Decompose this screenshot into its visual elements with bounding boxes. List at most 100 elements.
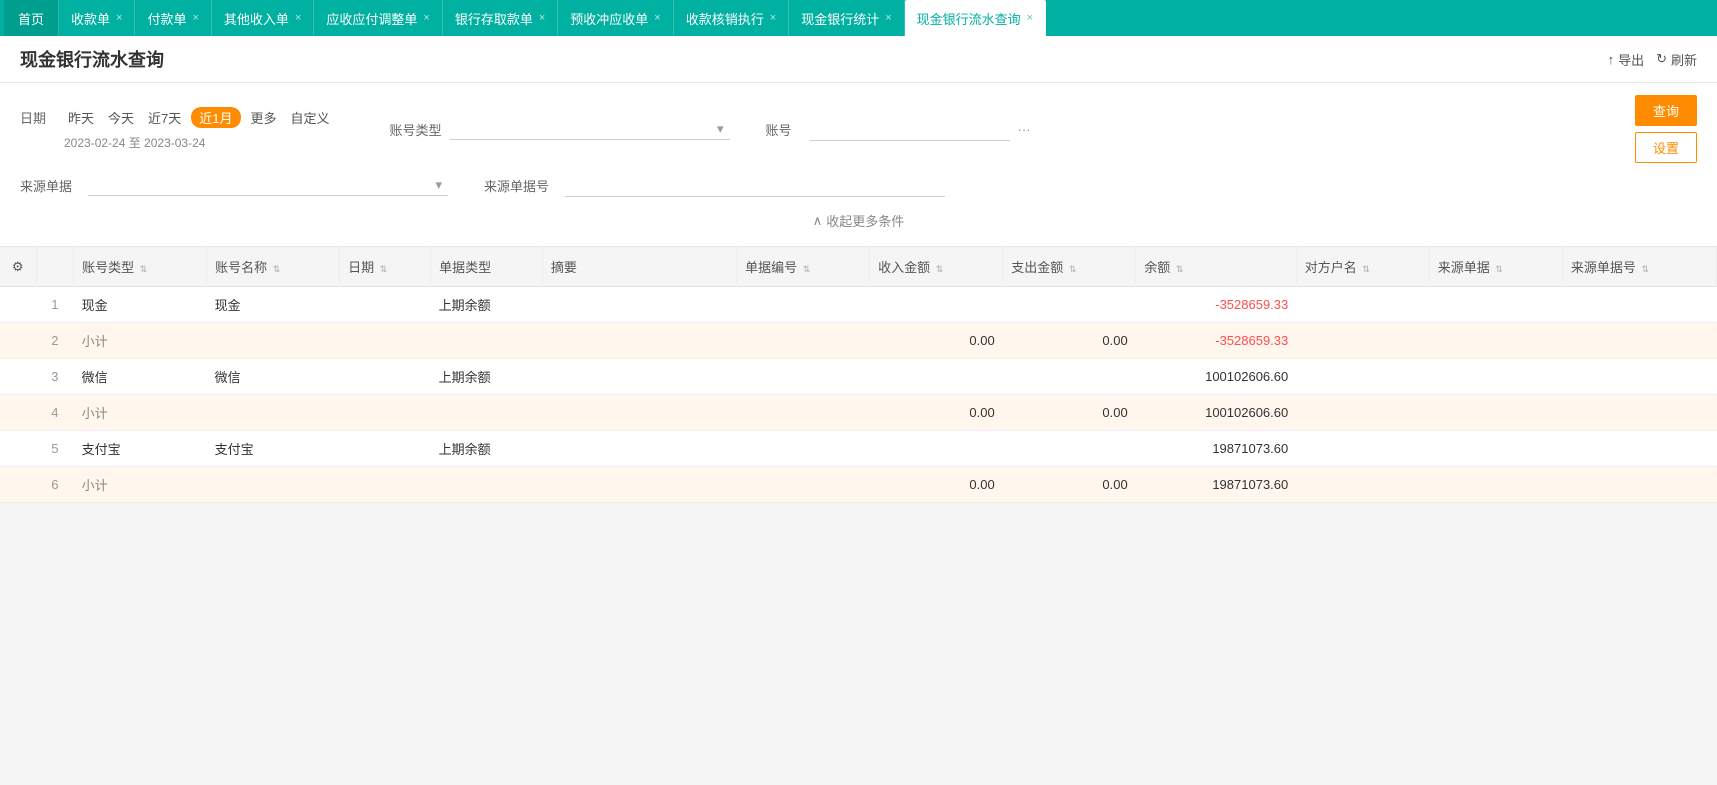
cell-doc-no xyxy=(737,395,870,431)
close-icon[interactable]: × xyxy=(885,12,891,24)
close-icon[interactable]: × xyxy=(116,12,122,24)
account-input[interactable] xyxy=(810,117,1010,141)
cell-balance: -3528659.33 xyxy=(1136,323,1297,359)
cell-doc-no xyxy=(737,287,870,323)
nav-tab-adjust[interactable]: 应收应付调整单 × xyxy=(314,0,442,36)
column-account-type[interactable]: 账号类型 ⇅ xyxy=(74,247,207,287)
date-7days[interactable]: 近7天 xyxy=(144,107,185,128)
account-type-label: 账号类型 xyxy=(390,120,442,139)
cell-account-name: 支付宝 xyxy=(207,431,340,467)
nav-tab-payment[interactable]: 付款单 × xyxy=(135,0,211,36)
cell-expense: 0.00 xyxy=(1003,467,1136,503)
cell-doc-type: 上期余额 xyxy=(431,359,543,395)
cell-date xyxy=(340,395,431,431)
cell-income xyxy=(870,359,1003,395)
more-dots-icon[interactable]: ··· xyxy=(1018,122,1031,137)
cell-rownum: 1 xyxy=(36,287,74,323)
close-icon[interactable]: × xyxy=(1027,12,1033,24)
date-custom[interactable]: 自定义 xyxy=(287,107,334,128)
column-date[interactable]: 日期 ⇅ xyxy=(340,247,431,287)
date-more[interactable]: 更多 xyxy=(247,107,281,128)
column-settings[interactable]: ⚙ xyxy=(0,247,36,287)
nav-tab-verify-label: 收款核销执行 xyxy=(686,9,764,28)
export-button[interactable]: ↑ 导出 xyxy=(1608,50,1645,69)
date-yesterday[interactable]: 昨天 xyxy=(64,107,98,128)
refresh-label: 刷新 xyxy=(1671,50,1697,69)
cell-gear xyxy=(0,395,36,431)
cell-source-doc xyxy=(1429,467,1562,503)
date-1month[interactable]: 近1月 xyxy=(191,107,240,128)
source-doc-select[interactable]: ▾ xyxy=(88,175,448,196)
cell-counterpart xyxy=(1296,323,1429,359)
cell-expense xyxy=(1003,431,1136,467)
cell-balance: -3528659.33 xyxy=(1136,287,1297,323)
nav-tab-bank-deposit[interactable]: 银行存取款单 × xyxy=(443,0,558,36)
column-expense[interactable]: 支出金额 ⇅ xyxy=(1003,247,1136,287)
column-source-doc-no[interactable]: 来源单据号 ⇅ xyxy=(1562,247,1716,287)
nav-tab-prepay-label: 预收冲应收单 xyxy=(570,9,648,28)
page-title: 现金银行流水查询 xyxy=(20,46,164,72)
cell-summary xyxy=(542,323,736,359)
table-row[interactable]: 5 支付宝 支付宝 上期余额 19871073.60 xyxy=(0,431,1717,467)
column-balance[interactable]: 余额 ⇅ xyxy=(1136,247,1297,287)
cell-gear xyxy=(0,359,36,395)
settings-button[interactable]: 设置 xyxy=(1635,132,1697,163)
close-icon[interactable]: × xyxy=(295,12,301,24)
filter-row-date: 日期 昨天 今天 近7天 近1月 更多 自定义 2023-02-24 至 202… xyxy=(20,95,1697,163)
column-source-doc[interactable]: 来源单据 ⇅ xyxy=(1429,247,1562,287)
cell-source-doc xyxy=(1429,359,1562,395)
close-icon[interactable]: × xyxy=(423,12,429,24)
close-icon[interactable]: × xyxy=(539,12,545,24)
table-row[interactable]: 4 小计 0.00 0.00 100102606.60 xyxy=(0,395,1717,431)
date-today[interactable]: 今天 xyxy=(104,107,138,128)
header-actions: ↑ 导出 ↻ 刷新 xyxy=(1608,50,1697,69)
cell-doc-type xyxy=(431,467,543,503)
cell-account-name: 现金 xyxy=(207,287,340,323)
nav-tab-adjust-label: 应收应付调整单 xyxy=(326,9,417,28)
nav-tab-home-label: 首页 xyxy=(18,9,44,28)
cell-doc-no xyxy=(737,431,870,467)
cell-balance: 19871073.60 xyxy=(1136,467,1297,503)
cell-account-name xyxy=(207,395,340,431)
cell-gear xyxy=(0,323,36,359)
nav-tab-receipt[interactable]: 收款单 × xyxy=(59,0,135,36)
nav-tab-payment-label: 付款单 xyxy=(147,9,186,28)
nav-tab-prepay[interactable]: 预收冲应收单 × xyxy=(558,0,673,36)
close-icon[interactable]: × xyxy=(770,12,776,24)
table-row[interactable]: 6 小计 0.00 0.00 19871073.60 xyxy=(0,467,1717,503)
column-income[interactable]: 收入金额 ⇅ xyxy=(870,247,1003,287)
table-row[interactable]: 3 微信 微信 上期余额 100102606.60 xyxy=(0,359,1717,395)
cell-counterpart xyxy=(1296,395,1429,431)
cell-date xyxy=(340,323,431,359)
cell-gear xyxy=(0,467,36,503)
chevron-down-icon: ▾ xyxy=(435,177,442,193)
cell-date xyxy=(340,431,431,467)
source-doc-num-label: 来源单据号 xyxy=(484,176,549,195)
table-row[interactable]: 2 小计 0.00 0.00 -3528659.33 xyxy=(0,323,1717,359)
query-button[interactable]: 查询 xyxy=(1635,95,1697,126)
nav-tab-receipt-label: 收款单 xyxy=(71,9,110,28)
account-type-select[interactable]: ▾ xyxy=(450,119,730,140)
cell-balance: 19871073.60 xyxy=(1136,431,1297,467)
table-row[interactable]: 1 现金 现金 上期余额 -3528659.33 xyxy=(0,287,1717,323)
close-icon[interactable]: × xyxy=(654,12,660,24)
account-label: 账号 xyxy=(766,120,802,139)
cell-expense: 0.00 xyxy=(1003,395,1136,431)
column-doc-no[interactable]: 单据编号 ⇅ xyxy=(737,247,870,287)
nav-tab-home[interactable]: 首页 xyxy=(4,0,59,36)
nav-tab-cashflow[interactable]: 现金银行流水查询 × xyxy=(905,0,1046,36)
nav-tab-stats[interactable]: 现金银行统计 × xyxy=(789,0,904,36)
source-doc-num-input[interactable] xyxy=(565,173,945,197)
cell-gear xyxy=(0,431,36,467)
collapse-bar[interactable]: ∧ 收起更多条件 xyxy=(20,207,1697,234)
column-counterpart[interactable]: 对方户名 ⇅ xyxy=(1296,247,1429,287)
cell-source-doc-no xyxy=(1562,359,1716,395)
top-navigation: 首页 收款单 × 付款单 × 其他收入单 × 应收应付调整单 × 银行存取款单 … xyxy=(0,0,1717,36)
nav-tab-cashflow-label: 现金银行流水查询 xyxy=(917,9,1021,28)
nav-tab-other-income[interactable]: 其他收入单 × xyxy=(212,0,314,36)
refresh-button[interactable]: ↻ 刷新 xyxy=(1656,50,1697,69)
cell-rownum: 4 xyxy=(36,395,74,431)
nav-tab-verify[interactable]: 收款核销执行 × xyxy=(674,0,789,36)
column-account-name[interactable]: 账号名称 ⇅ xyxy=(207,247,340,287)
close-icon[interactable]: × xyxy=(192,12,198,24)
